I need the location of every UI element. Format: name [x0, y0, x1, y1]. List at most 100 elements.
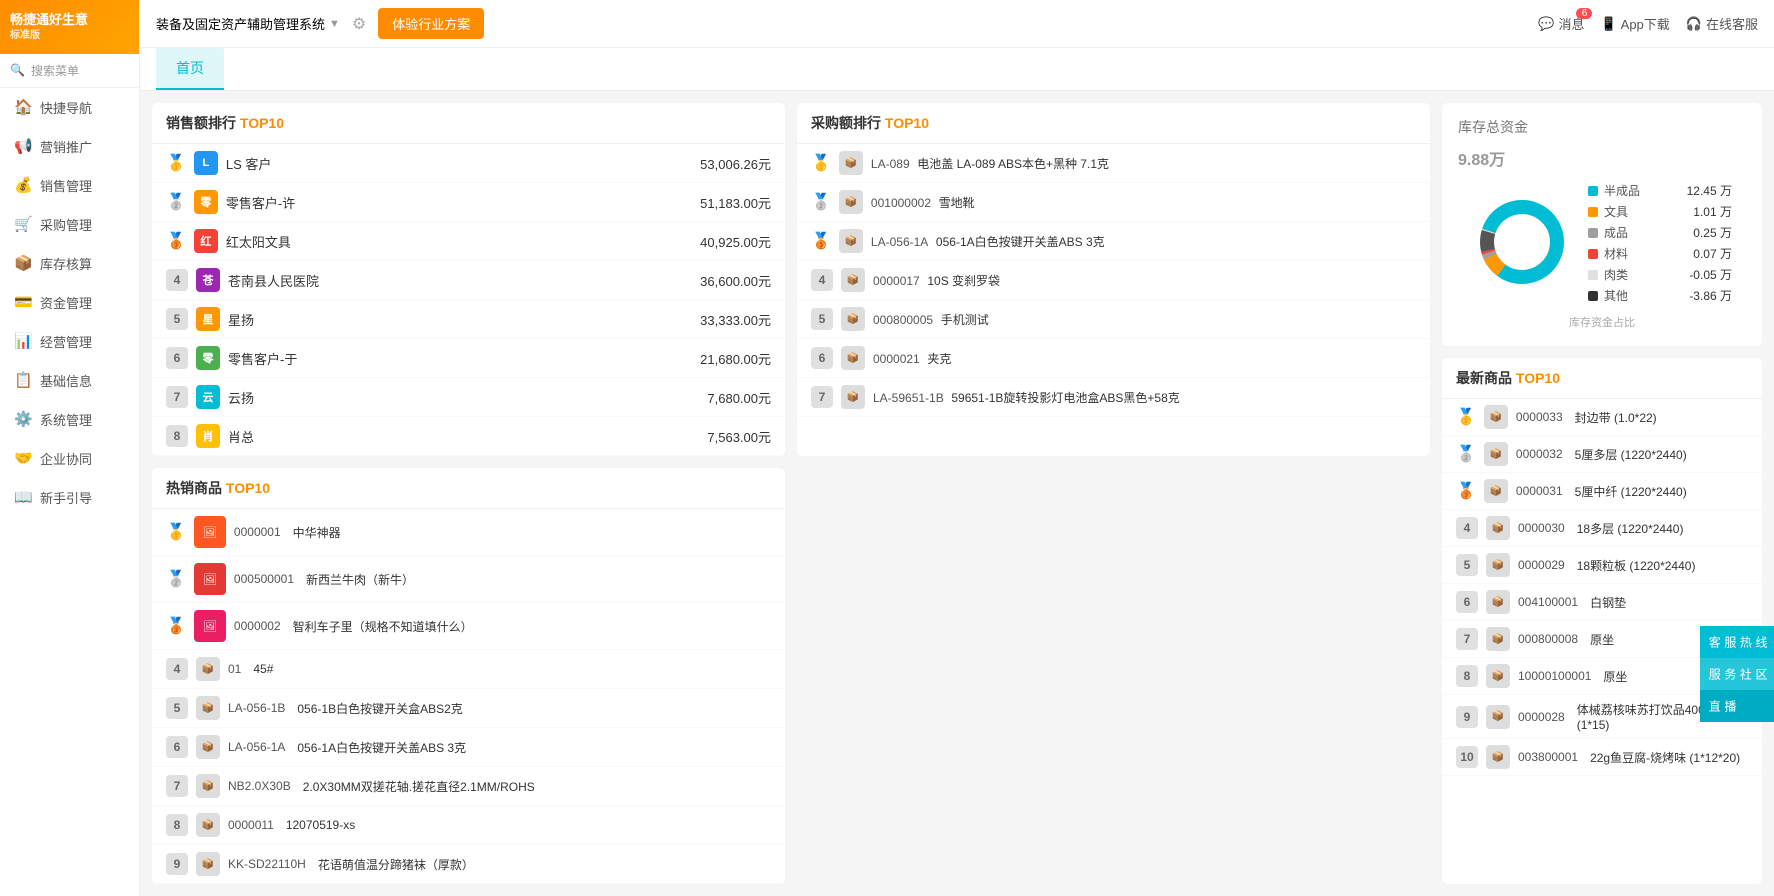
sidebar-item-1[interactable]: 📢 营销推广 [0, 127, 139, 166]
hot-product-item: 4📦 01 45# [152, 650, 785, 689]
settings-icon[interactable]: ⚙ [352, 14, 366, 34]
message-badge: 6 [1576, 8, 1592, 19]
product-img: 📦 [841, 346, 865, 370]
customer-name: 云扬 [228, 388, 699, 407]
sale-amount: 40,925.00元 [700, 232, 771, 251]
purchase-ranking-item: 7 📦 LA-59651-1B 59651-1B旋转投影灯电池盒ABS黑色+58… [797, 378, 1430, 417]
legend-value: 0.07 万 [1693, 245, 1732, 262]
nav-label-6: 经营管理 [40, 332, 125, 351]
customer-icon: 苍 [196, 268, 220, 292]
product-placeholder: 📦 [196, 735, 220, 759]
sidebar-item-5[interactable]: 💳 资金管理 [0, 283, 139, 322]
legend-dot [1588, 186, 1598, 196]
topbar-right: 💬 消息 6 📱 App下载 🎧 在线客服 [1538, 14, 1758, 33]
product-info: LA-59651-1B 59651-1B旋转投影灯电池盒ABS黑色+58克 [873, 389, 1416, 406]
product-info: 001000002 雪地靴 [871, 194, 1416, 211]
purchase-ranking-item: 5 📦 000800005 手机测试 [797, 300, 1430, 339]
hot-product-item: 9📦 KK-SD22110H 花语萌值温分蹄猪袜（厚款） [152, 845, 785, 884]
hot-product-item: 🥇🖼 0000001 中华神器 [152, 509, 785, 556]
product-info: LA-056-1A 056-1A白色按键开关盖ABS 3克 [871, 233, 1416, 250]
online-service-button[interactable]: 🎧 在线客服 [1686, 14, 1758, 33]
customer-name: 肖总 [228, 427, 699, 446]
latest-product-item: 4 📦 0000030 18多层 (1220*2440) [1442, 510, 1762, 547]
product-name: 22g鱼豆腐-烧烤味 (1*12*20) [1590, 749, 1748, 766]
sidebar-item-9[interactable]: 🤝 企业协同 [0, 439, 139, 478]
product-info: 0000017 10S 变刹罗袋 [873, 272, 1416, 289]
sidebar-item-6[interactable]: 📊 经营管理 [0, 322, 139, 361]
customer-icon: 红 [194, 229, 218, 253]
hot-product-item: 7📦 NB2.0X30B 2.0X30MM双搓花轴.搓花直径2.1MM/ROHS [152, 767, 785, 806]
customer-icon: 零 [196, 346, 220, 370]
customer-name: 零售客户-于 [228, 349, 692, 368]
legend-value: 12.45 万 [1687, 182, 1732, 199]
product-thumbnail: 🖼 [194, 563, 226, 595]
legend-label: 肉类 [1604, 266, 1683, 283]
product-info: 0000021 夹克 [873, 350, 1416, 367]
tab-home-label: 首页 [176, 60, 204, 76]
product-code: KK-SD22110H [228, 857, 306, 871]
search-icon: 🔍 [10, 63, 25, 77]
sidebar-item-2[interactable]: 💰 销售管理 [0, 166, 139, 205]
service-community-btn[interactable]: 服务社区 [1700, 658, 1774, 690]
search-menu[interactable]: 🔍 搜索菜单 [0, 54, 139, 88]
product-name: 2.0X30MM双搓花轴.搓花直径2.1MM/ROHS [303, 778, 771, 795]
product-name: 封边带 (1.0*22) [1575, 409, 1748, 426]
headset-icon: 🎧 [1686, 16, 1702, 32]
legend-dot [1588, 270, 1598, 280]
sidebar-item-4[interactable]: 📦 库存核算 [0, 244, 139, 283]
online-service-label: 在线客服 [1706, 14, 1758, 33]
live-btn[interactable]: 直播 [1700, 690, 1774, 722]
app-edition: 标准版 [10, 29, 129, 42]
message-button[interactable]: 💬 消息 6 [1538, 14, 1584, 33]
product-img: 📦 [841, 268, 865, 292]
sidebar-item-10[interactable]: 📖 新手引导 [0, 478, 139, 517]
product-img: 📦 [1486, 627, 1510, 651]
sidebar-nav: 🏠 快捷导航📢 营销推广💰 销售管理🛒 采购管理📦 库存核算💳 资金管理📊 经营… [0, 88, 139, 517]
sales-ranking-header: 销售额排行 TOP10 [152, 103, 785, 144]
ranking-item: 4 苍 苍南县人民医院 36,600.00元 [152, 261, 785, 300]
nav-icon-8: ⚙️ [14, 410, 32, 428]
latest-product-item: 5 📦 0000029 18颗粒板 (1220*2440) [1442, 547, 1762, 584]
sidebar-item-3[interactable]: 🛒 采购管理 [0, 205, 139, 244]
purchase-ranking-item: 4 📦 0000017 10S 变刹罗袋 [797, 261, 1430, 300]
tab-home[interactable]: 首页 [156, 48, 224, 90]
donut-chart-area: 半成品 12.45 万 文具 1.01 万 成品 0.25 万 材料 0.07 … [1458, 172, 1746, 314]
customer-icon: L [194, 151, 218, 175]
trial-button[interactable]: 体验行业方案 [378, 8, 484, 39]
latest-product-item: 🥉 📦 0000031 5厘中纤 (1220*2440) [1442, 473, 1762, 510]
legend-dot [1588, 249, 1598, 259]
latest-product-item: 10 📦 003800001 22g鱼豆腐-烧烤味 (1*12*20) [1442, 739, 1762, 776]
system-title-selector[interactable]: 装备及固定资产辅助管理系统 ▼ [156, 14, 340, 33]
sale-amount: 36,600.00元 [700, 271, 771, 290]
app-download-button[interactable]: 📱 App下载 [1600, 14, 1669, 33]
hot-products-top: TOP10 [226, 480, 270, 496]
sales-ranking-title: 销售额排行 [166, 115, 236, 131]
topbar: 装备及固定资产辅助管理系统 ▼ ⚙ 体验行业方案 💬 消息 6 📱 App下载 … [140, 0, 1774, 48]
product-img: 📦 [839, 190, 863, 214]
product-code: 000500001 [234, 572, 294, 586]
customer-service-btn[interactable]: 客服热线 [1700, 626, 1774, 658]
medal-icon: 🥇 [811, 153, 831, 173]
sale-amount: 21,680.00元 [700, 349, 771, 368]
rank-num: 5 [166, 308, 188, 330]
sale-amount: 7,680.00元 [707, 388, 771, 407]
legend-value: 1.01 万 [1693, 203, 1732, 220]
ranking-item: 🥉 红 红太阳文具 40,925.00元 [152, 222, 785, 261]
sidebar-item-0[interactable]: 🏠 快捷导航 [0, 88, 139, 127]
product-placeholder: 📦 [196, 696, 220, 720]
sidebar-item-8[interactable]: ⚙️ 系统管理 [0, 400, 139, 439]
medal-icon: 🥈 [166, 192, 186, 212]
float-buttons: 客服热线 服务社区 直播 [1700, 626, 1774, 722]
content-area: 销售额排行 TOP10 🥇 L LS 客户 53,006.26元🥈 零 零售客户… [140, 91, 1774, 896]
product-name: 5厘中纤 (1220*2440) [1575, 483, 1748, 500]
sidebar-item-7[interactable]: 📋 基础信息 [0, 361, 139, 400]
system-title: 装备及固定资产辅助管理系统 [156, 14, 325, 33]
product-name: 新西兰牛肉（新牛） [306, 571, 771, 588]
product-img: 📦 [1484, 442, 1508, 466]
rank-num: 5 [811, 308, 833, 330]
legend-value: -3.86 万 [1689, 287, 1732, 304]
hot-products-title: 热销商品 [166, 480, 222, 496]
latest-products-card: 最新商品 TOP10 🥇 📦 0000033 封边带 (1.0*22)🥈 📦 0… [1442, 358, 1762, 884]
rank-num: 7 [811, 386, 833, 408]
product-img: 📦 [1486, 553, 1510, 577]
